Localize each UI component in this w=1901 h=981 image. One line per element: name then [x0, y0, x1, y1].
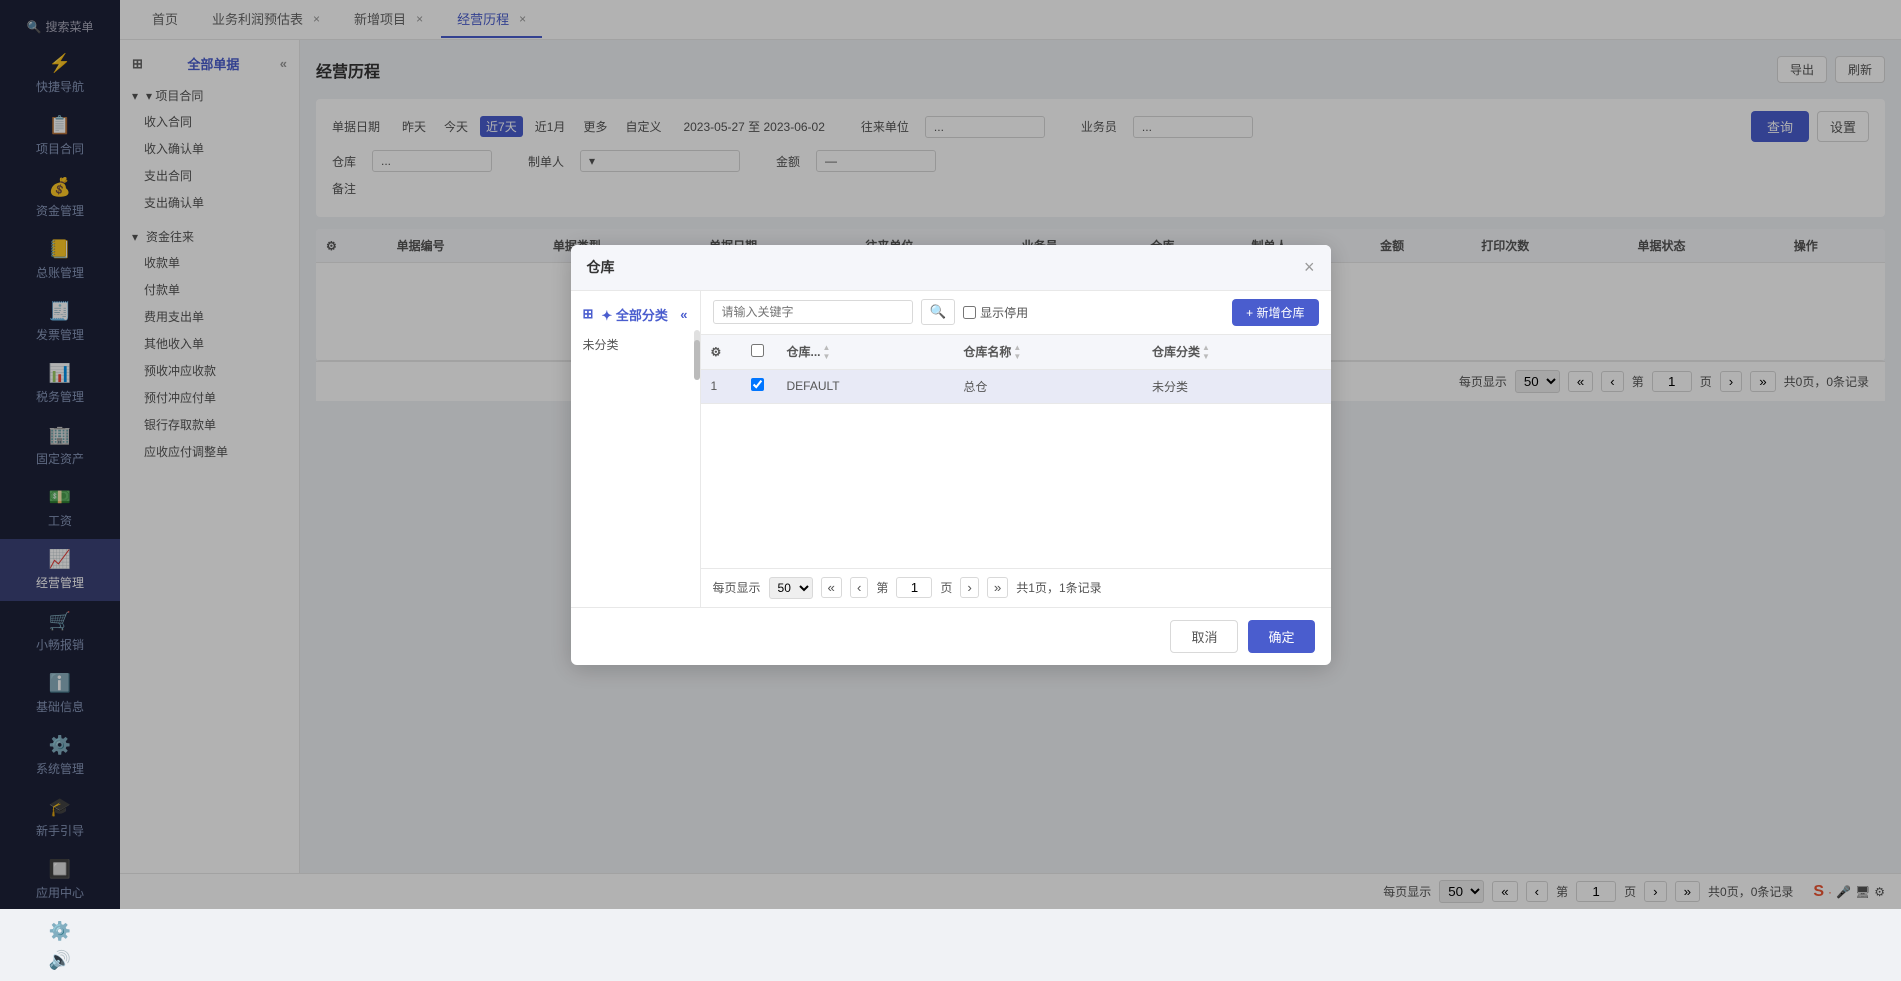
scroll-indicator: [694, 330, 700, 359]
grid-small-icon: ⊞: [583, 306, 594, 322]
modal-row-name: 总仓: [953, 369, 1142, 403]
show-disabled-checkbox[interactable]: [963, 306, 976, 319]
modal-all-category-label: ✦ 全部分类: [601, 305, 668, 324]
modal-header: 仓库 ×: [571, 245, 1331, 291]
modal-pagination: 每页显示 50 « ‹ 第 页 › » 共1页，1条记录: [701, 568, 1331, 607]
modal-row-settings: 1: [701, 369, 741, 403]
modal-right-panel: 🔍 显示停用 + 新增仓库 ⚙: [701, 291, 1331, 607]
show-disabled-text: 显示停用: [980, 304, 1028, 321]
modal-left-scroll: 未分类: [571, 330, 700, 359]
modal-body: ⊞ ✦ 全部分类 « 未分类 🔍: [571, 291, 1331, 607]
modal-left-panel: ⊞ ✦ 全部分类 « 未分类: [571, 291, 701, 607]
modal-last-page-btn[interactable]: »: [987, 577, 1008, 598]
modal-prev-page-btn[interactable]: ‹: [850, 577, 868, 598]
modal-total-label: 共1页，1条记录: [1016, 579, 1101, 596]
modal-select-all-checkbox[interactable]: [751, 344, 764, 357]
category-sort[interactable]: 仓库分类 ▲▼: [1152, 343, 1321, 361]
modal-row-category: 未分类: [1142, 369, 1331, 403]
modal-overlay[interactable]: 仓库 × ⊞ ✦ 全部分类 « 未分类: [0, 0, 1901, 909]
modal-next-page-btn[interactable]: ›: [960, 577, 978, 598]
modal-per-page-label: 每页显示: [713, 579, 761, 596]
category-header-label: 仓库分类: [1152, 343, 1200, 360]
modal-table-row[interactable]: 1 DEFAULT 总仓 未分类: [701, 369, 1331, 403]
modal-row-select-checkbox[interactable]: [751, 378, 764, 391]
modal-page-suffix: 页: [940, 579, 952, 596]
modal-row-checkbox[interactable]: [741, 369, 777, 403]
sound-icon[interactable]: 🔊: [49, 950, 71, 971]
settings-icon[interactable]: ⚙️: [49, 921, 71, 942]
modal-data-table: ⚙ 仓库... ▲▼ 仓库名称: [701, 335, 1331, 404]
code-sort-arrows: ▲▼: [823, 343, 831, 361]
add-warehouse-button[interactable]: + 新增仓库: [1232, 299, 1318, 326]
modal-close-button[interactable]: ×: [1304, 257, 1315, 278]
modal-footer: 取消 确定: [571, 607, 1331, 665]
cancel-button[interactable]: 取消: [1170, 620, 1238, 653]
modal-left-collapse-btn[interactable]: «: [680, 307, 687, 322]
modal-row-code: DEFAULT: [777, 369, 954, 403]
modal-page-input[interactable]: [896, 577, 932, 598]
modal-th-name[interactable]: 仓库名称 ▲▼: [953, 335, 1142, 370]
show-disabled-label[interactable]: 显示停用: [963, 304, 1028, 321]
modal-search-button[interactable]: 🔍: [921, 299, 956, 325]
warehouse-modal: 仓库 × ⊞ ✦ 全部分类 « 未分类: [571, 245, 1331, 665]
modal-table-header-row: ⚙ 仓库... ▲▼ 仓库名称: [701, 335, 1331, 370]
name-sort-arrows: ▲▼: [1013, 343, 1021, 361]
modal-page-label: 第: [876, 579, 888, 596]
modal-th-category[interactable]: 仓库分类 ▲▼: [1142, 335, 1331, 370]
scroll-thumb: [694, 340, 700, 380]
modal-th-settings: ⚙: [701, 335, 741, 370]
code-sort[interactable]: 仓库... ▲▼: [787, 343, 944, 361]
modal-left-item-uncategorized[interactable]: 未分类: [571, 330, 700, 359]
code-header-label: 仓库...: [787, 343, 821, 360]
confirm-button[interactable]: 确定: [1248, 620, 1314, 653]
modal-toolbar: 🔍 显示停用 + 新增仓库: [701, 291, 1331, 335]
modal-th-code[interactable]: 仓库... ▲▼: [777, 335, 954, 370]
modal-per-page-select[interactable]: 50: [769, 577, 813, 599]
category-sort-arrows: ▲▼: [1202, 343, 1210, 361]
modal-left-all-label[interactable]: ⊞ ✦ 全部分类 «: [571, 299, 700, 330]
name-header-label: 仓库名称: [963, 343, 1011, 360]
modal-search-input[interactable]: [713, 300, 913, 324]
modal-title: 仓库: [587, 257, 615, 277]
name-sort[interactable]: 仓库名称 ▲▼: [963, 343, 1132, 361]
modal-table-area: ⚙ 仓库... ▲▼ 仓库名称: [701, 335, 1331, 568]
modal-th-checkbox: [741, 335, 777, 370]
modal-first-page-btn[interactable]: «: [821, 577, 842, 598]
